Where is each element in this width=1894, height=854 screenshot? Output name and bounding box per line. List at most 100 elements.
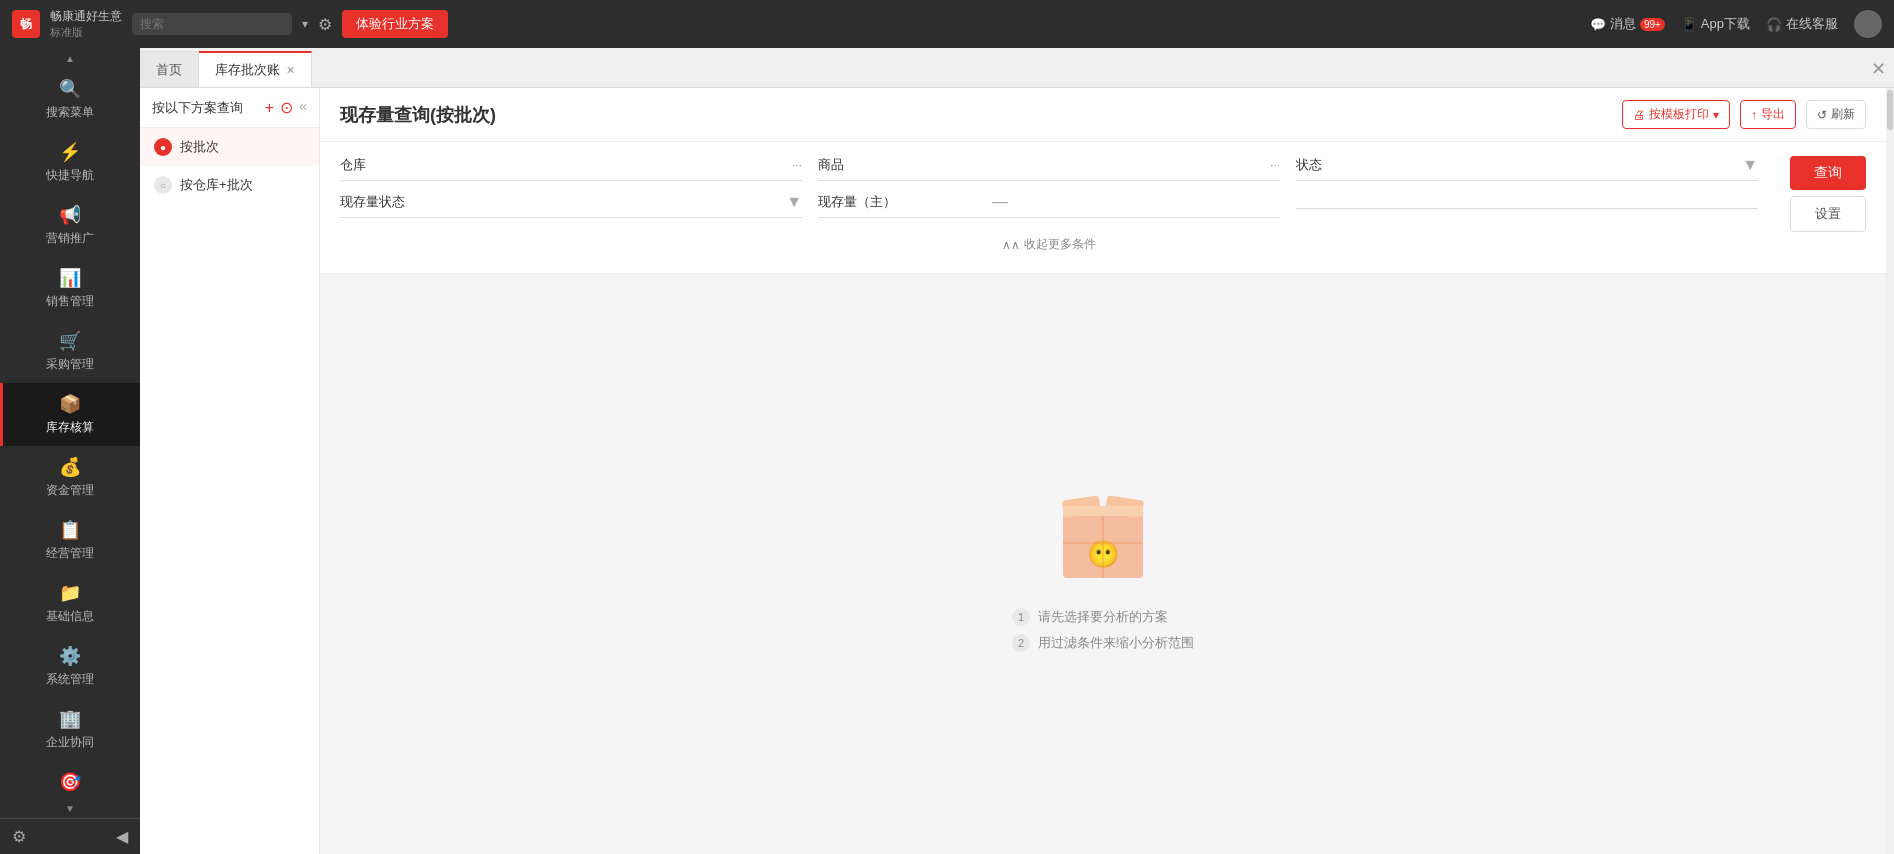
trial-button[interactable]: 体验行业方案 [342, 10, 448, 38]
status-input[interactable] [1330, 158, 1742, 173]
plan-settings-button[interactable]: ⊙ [280, 98, 293, 117]
app-download-btn[interactable]: 📱 App下载 [1681, 15, 1750, 33]
sidebar-item-finance[interactable]: 💰 资金管理 [0, 446, 140, 509]
sidebar-item-enterprise[interactable]: 🏢 企业协同 [0, 698, 140, 761]
settings-icon[interactable]: ⚙ [318, 15, 332, 34]
empty-svg: 😶 [1043, 468, 1163, 588]
plan-label: 按仓库+批次 [180, 176, 253, 194]
right-scrollbar[interactable] [1886, 88, 1894, 854]
collapse-filters[interactable]: ∧∧ 收起更多条件 [340, 230, 1758, 259]
sidebar-item-search[interactable]: 🔍 搜索菜单 [0, 68, 140, 131]
search-icon: 🔍 [59, 78, 81, 100]
sidebar-item-label: 基础信息 [46, 608, 94, 625]
plan-active-indicator: ● [154, 138, 172, 156]
purchase-icon: 🛒 [59, 330, 81, 352]
warehouse-input[interactable] [374, 158, 788, 173]
sidebar-item-purchase[interactable]: 🛒 采购管理 [0, 320, 140, 383]
add-plan-button[interactable]: + [265, 98, 274, 117]
tab-close-icon[interactable]: ✕ [286, 64, 295, 77]
scrollbar-thumb[interactable] [1887, 90, 1893, 130]
plan-inactive-indicator: ○ [154, 176, 172, 194]
collapse-sidebar-icon[interactable]: ◀ [116, 827, 128, 846]
stock-qty-min-input[interactable] [904, 195, 984, 210]
message-icon: 💬 [1590, 17, 1606, 32]
page-title: 现存量查询(按批次) [340, 103, 496, 127]
marketing-icon: 📢 [59, 204, 81, 226]
product-input[interactable] [852, 158, 1266, 173]
filter-area: 仓库 ··· 商品 ··· 状态 [320, 142, 1886, 274]
warehouse-more-icon[interactable]: ··· [792, 158, 802, 172]
sidebar-item-label: 销售管理 [46, 293, 94, 310]
sidebar-items: 🔍 搜索菜单 ⚡ 快捷导航 📢 营销推广 📊 销售管理 🛒 采购管理 📦 [0, 68, 140, 798]
sidebar-item-sales[interactable]: 📊 销售管理 [0, 257, 140, 320]
print-button[interactable]: 🖨 按模板打印 ▾ [1622, 100, 1730, 129]
inventory-icon: 📦 [59, 393, 81, 415]
sidebar: ▲ 🔍 搜索菜单 ⚡ 快捷导航 📢 营销推广 📊 销售管理 🛒 采购管理 [0, 48, 140, 854]
headset-icon: 🎧 [1766, 17, 1782, 32]
export-button[interactable]: ↑ 导出 [1740, 100, 1796, 129]
filter-settings-button[interactable]: 设置 [1790, 196, 1866, 232]
sidebar-item-system[interactable]: ⚙️ 系统管理 [0, 635, 140, 698]
print-label: 按模板打印 [1649, 106, 1709, 123]
stock-status-input[interactable] [413, 195, 786, 210]
sidebar-item-business[interactable]: 📋 经营管理 [0, 509, 140, 572]
left-panel-collapse-icon[interactable]: « [299, 98, 307, 117]
product-label: 商品 [818, 156, 844, 174]
filter-status: 状态 ▼ [1296, 156, 1758, 181]
collapse-up-icon: ∧∧ [1002, 238, 1020, 252]
top-bar: 畅 畅康通好生意 标准版 ▾ ⚙ 体验行业方案 💬 消息 99+ 📱 App下载… [0, 0, 1894, 48]
stock-status-label: 现存量状态 [340, 193, 405, 211]
plan-item-by-warehouse-batch[interactable]: ○ 按仓库+批次 [140, 166, 319, 204]
status-dropdown-icon[interactable]: ▼ [1742, 156, 1758, 174]
sidebar-item-marketing[interactable]: 📢 营销推广 [0, 194, 140, 257]
data-area: 😶 1 请先选择要分析的方案 2 用过滤条件来缩 [320, 274, 1886, 854]
sidebar-item-label: 营销推广 [46, 230, 94, 247]
messages-badge: 99+ [1640, 18, 1665, 31]
query-button[interactable]: 查询 [1790, 156, 1866, 190]
plan-list: ● 按批次 ○ 按仓库+批次 [140, 128, 319, 854]
sidebar-scroll-up[interactable]: ▲ [0, 48, 140, 68]
filter-row-2: 现存量状态 ▼ 现存量（主） — [340, 193, 1758, 218]
refresh-button[interactable]: ↺ 刷新 [1806, 100, 1866, 129]
sidebar-item-label: 企业协同 [46, 734, 94, 751]
sidebar-item-newbie[interactable]: 🎯 新手引导 [0, 761, 140, 798]
avatar[interactable] [1854, 10, 1882, 38]
plan-item-by-batch[interactable]: ● 按批次 [140, 128, 319, 166]
left-panel: 按以下方案查询 + ⊙ « ● 按批次 ○ 按仓库+批次 [140, 88, 320, 854]
product-more-icon[interactable]: ··· [1270, 158, 1280, 172]
app-info: 畅康通好生意 标准版 [50, 8, 122, 40]
filter-empty [1296, 202, 1758, 209]
online-service-btn[interactable]: 🎧 在线客服 [1766, 15, 1838, 33]
messages-btn[interactable]: 💬 消息 99+ [1590, 15, 1665, 33]
sidebar-item-quicknav[interactable]: ⚡ 快捷导航 [0, 131, 140, 194]
settings-bottom-icon[interactable]: ⚙ [12, 827, 26, 846]
right-content: 现存量查询(按批次) 🖨 按模板打印 ▾ ↑ 导出 ↺ [320, 88, 1886, 854]
left-panel-header: 按以下方案查询 + ⊙ « [140, 88, 319, 128]
sidebar-item-label: 搜索菜单 [46, 104, 94, 121]
sidebar-item-label: 库存核算 [46, 419, 94, 436]
search-dropdown-icon[interactable]: ▾ [302, 17, 308, 31]
sidebar-item-basic[interactable]: 📁 基础信息 [0, 572, 140, 635]
hint-num-1: 1 [1012, 608, 1030, 626]
hint-text-2: 用过滤条件来缩小分析范围 [1038, 634, 1194, 652]
business-icon: 📋 [59, 519, 81, 541]
sidebar-scroll-down[interactable]: ▼ [0, 798, 140, 818]
sidebar-item-label: 系统管理 [46, 671, 94, 688]
stock-qty-max-input[interactable] [1016, 195, 1096, 210]
print-dropdown-icon[interactable]: ▾ [1713, 108, 1719, 122]
empty-hints: 1 请先选择要分析的方案 2 用过滤条件来缩小分析范围 [1012, 608, 1194, 660]
content-area: 首页 库存批次账 ✕ ✕ 按以下方案查询 + ⊙ « [140, 48, 1894, 854]
app-title: 畅康通好生意 [50, 8, 122, 25]
stock-status-dropdown-icon[interactable]: ▼ [786, 193, 802, 211]
plan-label: 按批次 [180, 138, 219, 156]
tab-inventory-batch-label: 库存批次账 [215, 61, 280, 79]
app-download-label: App下载 [1701, 15, 1750, 33]
sidebar-item-label: 经营管理 [46, 545, 94, 562]
tab-home[interactable]: 首页 [140, 51, 199, 87]
search-input[interactable] [132, 13, 292, 35]
warehouse-label: 仓库 [340, 156, 366, 174]
sidebar-item-inventory[interactable]: 📦 库存核算 [0, 383, 140, 446]
finance-icon: 💰 [59, 456, 81, 478]
close-all-tabs-icon[interactable]: ✕ [1871, 58, 1886, 80]
tab-inventory-batch[interactable]: 库存批次账 ✕ [199, 51, 312, 87]
